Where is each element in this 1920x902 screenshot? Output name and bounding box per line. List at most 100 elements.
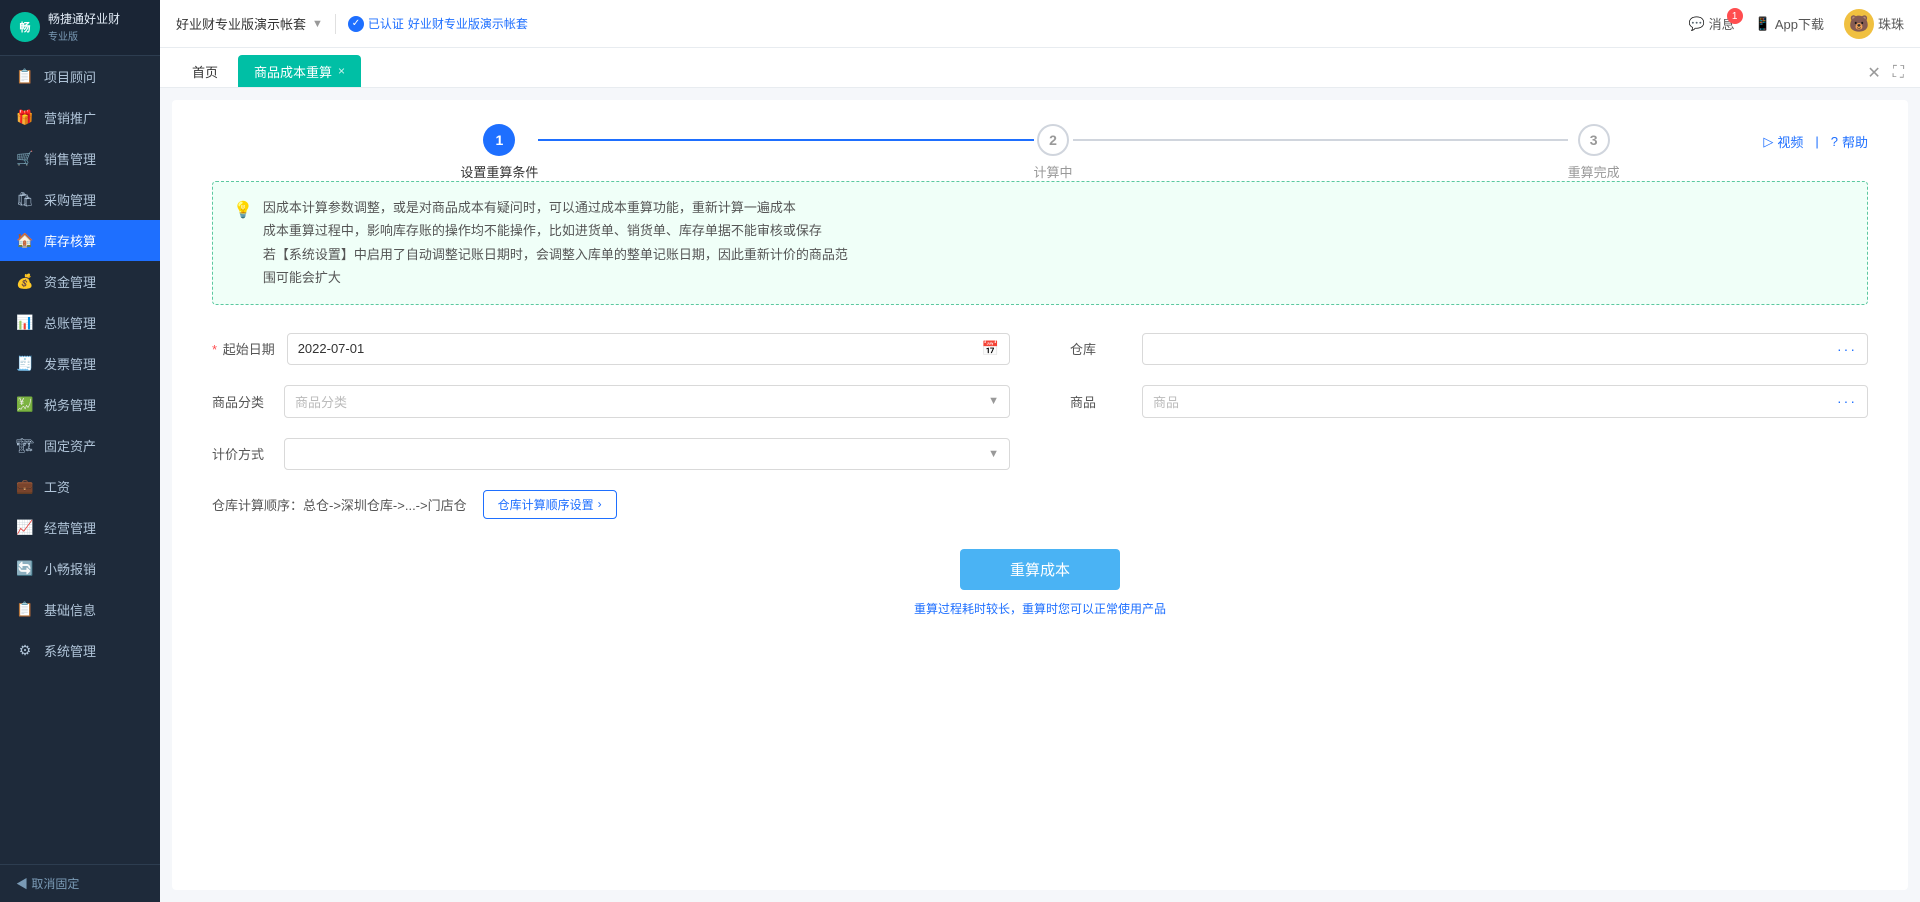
category-placeholder: 商品分类 <box>295 392 347 411</box>
steps-wrapper: 1 设置重算条件 2 计算中 3 重算完成 <box>460 124 1619 181</box>
warehouse-input[interactable]: ··· <box>1142 333 1868 365</box>
sidebar-item-sales[interactable]: 🛒 销售管理 <box>0 138 160 179</box>
calc-order-settings-button[interactable]: 仓库计算顺序设置 › <box>483 490 617 519</box>
dots-icon: ··· <box>1837 341 1857 357</box>
sidebar-item-tax[interactable]: 💹 税务管理 <box>0 384 160 425</box>
sidebar-item-label: 采购管理 <box>44 190 96 209</box>
submit-label: 重算成本 <box>1010 562 1070 579</box>
sidebar-item-marketing[interactable]: 🎁 营销推广 <box>0 97 160 138</box>
sidebar-footer-toggle[interactable]: ◀ 取消固定 <box>0 864 160 902</box>
play-icon: ▷ <box>1763 134 1773 150</box>
info-line-3: 若【系统设置】中启用了自动调整记账日期时，会调整入库单的整单记账日期，因此重新计… <box>263 243 848 266</box>
sidebar-item-label: 工资 <box>44 477 70 496</box>
sidebar-item-label: 资金管理 <box>44 272 96 291</box>
step-2-label: 计算中 <box>1034 162 1073 181</box>
price-method-row: 计价方式 ▼ <box>212 438 1010 470</box>
step-1-label: 设置重算条件 <box>460 162 538 181</box>
sidebar-item-inventory[interactable]: 🏠 库存核算 <box>0 220 160 261</box>
video-label: 视频 <box>1777 132 1803 151</box>
user-menu[interactable]: 🐻 珠珠 <box>1844 9 1904 39</box>
sidebar-item-assets[interactable]: 🏗 固定资产 <box>0 425 160 466</box>
goods-label: 商品 <box>1070 392 1130 411</box>
start-date-input[interactable]: 2022-07-01 📅 <box>287 333 1010 365</box>
info-line-4: 围可能会扩大 <box>263 266 848 289</box>
info-line-1: 因成本计算参数调整，或是对商品成本有疑问时，可以通过成本重算功能，重新计算一遍成… <box>263 196 848 219</box>
steps-container: 1 设置重算条件 2 计算中 3 重算完成 <box>212 124 1868 181</box>
category-label: 商品分类 <box>212 392 272 411</box>
sidebar-header: 畅 畅捷通好业财 专业版 <box>0 0 160 56</box>
invoice-icon: 🧾 <box>16 354 34 372</box>
goods-placeholder: 商品 <box>1153 392 1837 411</box>
goods-input[interactable]: 商品 ··· <box>1142 385 1868 418</box>
sidebar-item-purchase[interactable]: 🛍 采购管理 <box>0 179 160 220</box>
sidebar: 畅 畅捷通好业财 专业版 📋 项目顾问 🎁 营销推广 🛒 销售管理 🛍 采购管理… <box>0 0 160 902</box>
sidebar-item-project[interactable]: 📋 项目顾问 <box>0 56 160 97</box>
tab-close-icon[interactable]: × <box>338 64 345 78</box>
message-button[interactable]: 💬 消息 1 <box>1688 14 1734 33</box>
assets-icon: 🏗 <box>16 436 34 454</box>
app-download-button[interactable]: 📱 App下载 <box>1755 14 1824 33</box>
sidebar-item-label: 经营管理 <box>44 518 96 537</box>
certified-status: ✓ 已认证 好业财专业版演示帐套 <box>348 15 528 32</box>
sidebar-item-accounting[interactable]: 📊 总账管理 <box>0 302 160 343</box>
user-avatar: 🐻 <box>1844 9 1874 39</box>
calc-order-label: 仓库计算顺序：总仓->深圳仓库->...->门店仓 <box>212 495 467 514</box>
certified-icon: ✓ <box>348 16 364 32</box>
main-area: 好业财专业版演示帐套 ▼ ✓ 已认证 好业财专业版演示帐套 💬 消息 1 📱 A… <box>160 0 1920 902</box>
sidebar-item-basic[interactable]: 📋 基础信息 <box>0 589 160 630</box>
sidebar-nav: 📋 项目顾问 🎁 营销推广 🛒 销售管理 🛍 采购管理 🏠 库存核算 💰 资金管… <box>0 56 160 864</box>
finance-icon: 💰 <box>16 272 34 290</box>
report-icon: 🔄 <box>16 559 34 577</box>
sidebar-item-report[interactable]: 🔄 小畅报销 <box>0 548 160 589</box>
sidebar-item-label: 固定资产 <box>44 436 96 455</box>
video-link[interactable]: ▷ 视频 <box>1763 132 1803 151</box>
category-row: 商品分类 商品分类 ▼ <box>212 385 1010 418</box>
help-link[interactable]: ? 帮助 <box>1831 132 1868 151</box>
recalc-submit-button[interactable]: 重算成本 <box>960 549 1120 590</box>
step-line-2 <box>1073 139 1568 141</box>
notification-badge: 1 <box>1727 8 1743 24</box>
certified-account: 好业财专业版演示帐套 <box>408 15 528 32</box>
step-2: 2 计算中 <box>1034 124 1073 181</box>
warehouse-label: 仓库 <box>1070 339 1130 358</box>
sidebar-item-label: 小畅报销 <box>44 559 96 578</box>
tab-home-label: 首页 <box>192 62 218 81</box>
price-method-select[interactable]: ▼ <box>284 438 1010 470</box>
tab-bar: 首页 商品成本重算 × ✕ ⛶ <box>160 48 1920 88</box>
calc-order-row: 仓库计算顺序：总仓->深圳仓库->...->门店仓 仓库计算顺序设置 › <box>212 490 1868 519</box>
topbar-divider <box>335 14 336 34</box>
close-icon[interactable]: ✕ <box>1867 63 1880 83</box>
sidebar-item-finance[interactable]: 💰 资金管理 <box>0 261 160 302</box>
main-content: 1 设置重算条件 2 计算中 3 重算完成 <box>172 100 1908 890</box>
unpin-label: ◀ 取消固定 <box>16 875 79 892</box>
topbar-right: 💬 消息 1 📱 App下载 🐻 珠珠 <box>1688 9 1904 39</box>
sidebar-item-operation[interactable]: 📈 经营管理 <box>0 507 160 548</box>
inventory-icon: 🏠 <box>16 231 34 249</box>
goods-row: 商品 商品 ··· <box>1070 385 1868 418</box>
sidebar-title-group: 畅捷通好业财 专业版 <box>48 12 120 43</box>
category-select[interactable]: 商品分类 ▼ <box>284 385 1010 418</box>
sidebar-item-payroll[interactable]: 💼 工资 <box>0 466 160 507</box>
bulb-icon: 💡 <box>233 197 253 290</box>
system-icon: ⚙ <box>16 641 34 659</box>
fullscreen-icon[interactable]: ⛶ <box>1893 64 1904 82</box>
tab-cost-recalc[interactable]: 商品成本重算 × <box>238 55 361 87</box>
start-date-value: 2022-07-01 <box>298 341 365 356</box>
dots-icon: ··· <box>1837 393 1857 409</box>
sidebar-item-label: 税务管理 <box>44 395 96 414</box>
sidebar-item-system[interactable]: ⚙ 系统管理 <box>0 630 160 671</box>
question-icon: ? <box>1831 134 1838 149</box>
tab-home[interactable]: 首页 <box>176 55 234 87</box>
app-name: 畅捷通好业财 <box>48 12 120 28</box>
payroll-icon: 💼 <box>16 477 34 495</box>
account-name: 好业财专业版演示帐套 <box>176 14 306 33</box>
app-download-label: App下载 <box>1775 14 1824 33</box>
step-2-circle: 2 <box>1037 124 1069 156</box>
step-line-1 <box>538 139 1033 141</box>
sidebar-item-label: 销售管理 <box>44 149 96 168</box>
phone-icon: 📱 <box>1755 16 1771 32</box>
tabs-right-controls: ✕ ⛶ <box>1867 63 1904 87</box>
sidebar-item-invoice[interactable]: 🧾 发票管理 <box>0 343 160 384</box>
sales-icon: 🛒 <box>16 149 34 167</box>
account-selector[interactable]: 好业财专业版演示帐套 ▼ <box>176 14 323 33</box>
